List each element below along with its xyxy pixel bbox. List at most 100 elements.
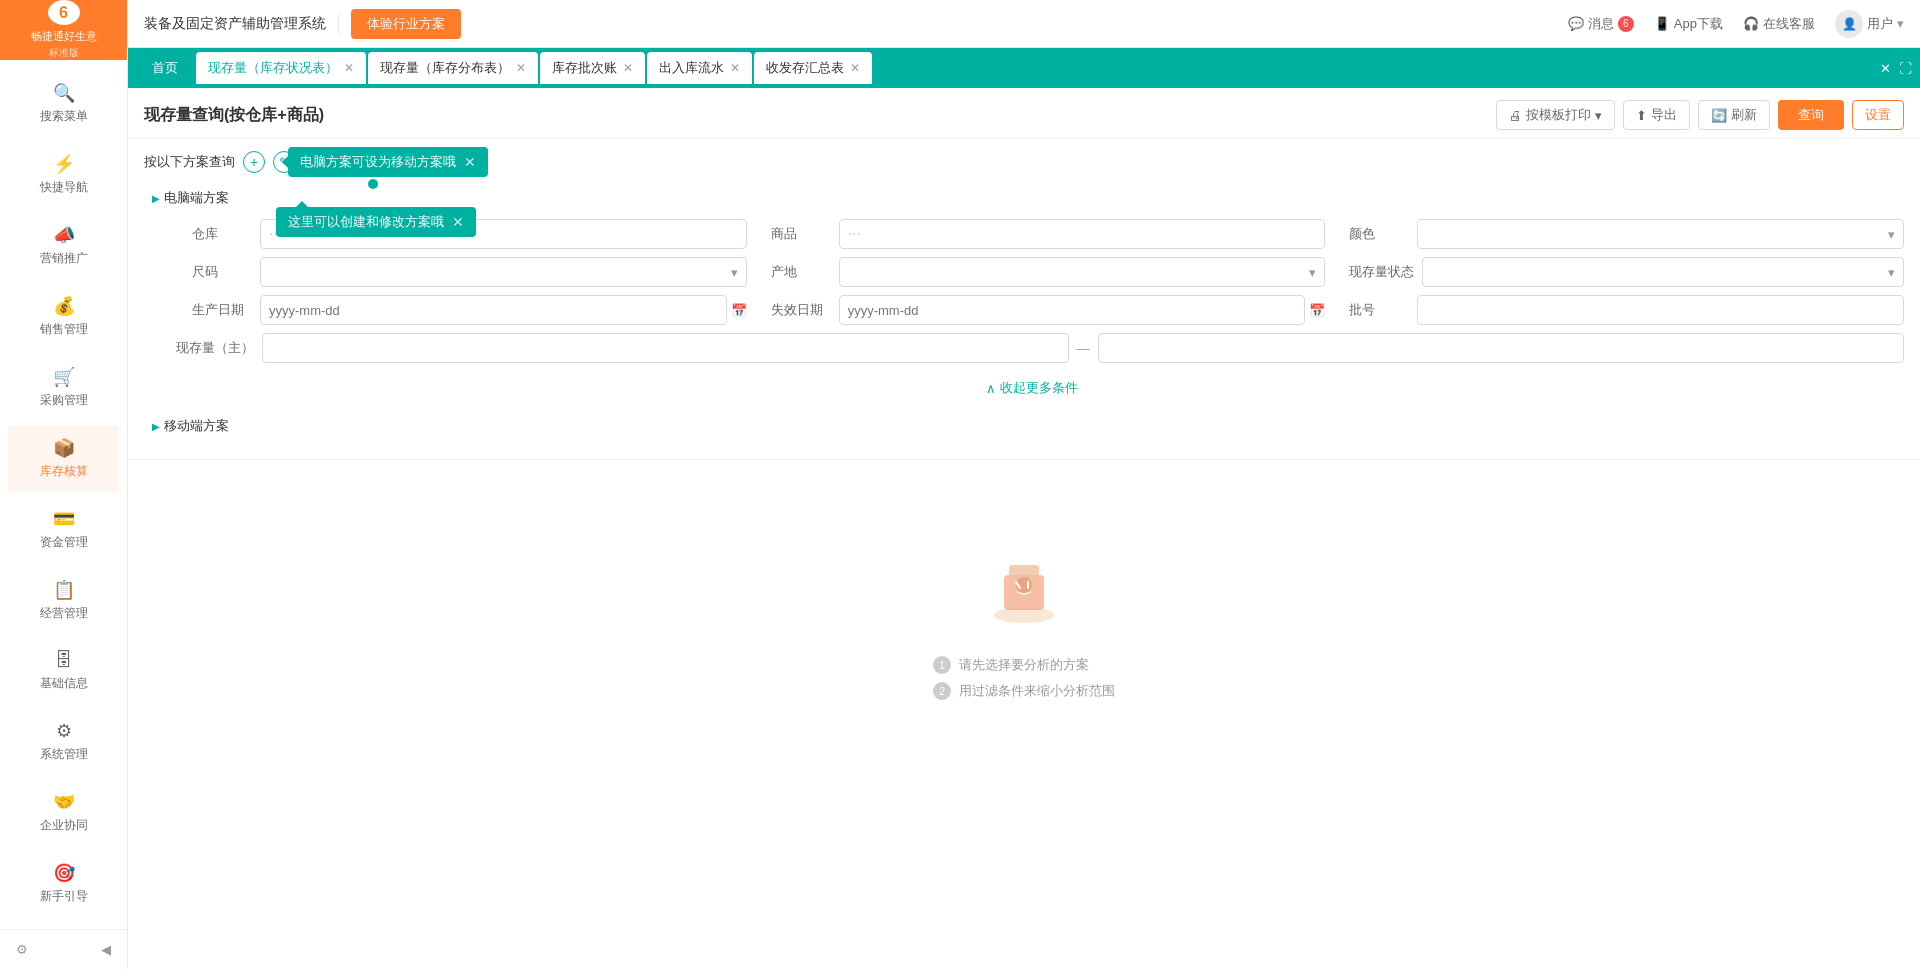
tab-close-inout-flow[interactable]: ✕ (730, 61, 740, 75)
online-service-label: 在线客服 (1763, 15, 1815, 33)
goods-input[interactable]: ··· (839, 219, 1326, 249)
system-name: 装备及固定资产辅助管理系统 (144, 15, 326, 33)
empty-illustration (974, 540, 1074, 640)
stock-main-input[interactable] (262, 333, 1069, 363)
trial-button[interactable]: 体验行业方案 (351, 9, 461, 39)
tab-close-inventory-dist[interactable]: ✕ (516, 61, 526, 75)
tab-inventory-dist-label: 现存量（库存分布表） (380, 59, 510, 77)
sidebar-item-system[interactable]: ⚙ 系统管理 (8, 708, 119, 775)
add-scheme-button[interactable]: + (243, 151, 265, 173)
prod-date-start[interactable] (260, 295, 727, 325)
print-dropdown-icon: ▾ (1595, 108, 1602, 123)
sidebar-item-marketing[interactable]: 📣 营销推广 (8, 212, 119, 279)
inventory-icon: 📦 (53, 437, 75, 459)
calendar-icon: 📅 (731, 303, 747, 318)
collapse-button[interactable]: ∧ 收起更多条件 (160, 371, 1904, 405)
print-button[interactable]: 🖨 按模板打印 ▾ (1496, 100, 1615, 130)
tab-inventory-status-label: 现存量（库存状况表） (208, 59, 338, 77)
edit-tooltip: 这里可以创建和修改方案哦 ✕ (276, 207, 476, 237)
refresh-button[interactable]: 🔄 刷新 (1698, 100, 1770, 130)
edit-tooltip-close[interactable]: ✕ (452, 214, 464, 230)
origin-select[interactable]: ▾ (839, 257, 1326, 287)
scheme-pc-label: 电脑端方案 (164, 189, 229, 207)
calendar-icon2: 📅 (1309, 303, 1325, 318)
sidebar-item-operation[interactable]: 📋 经营管理 (8, 567, 119, 634)
sidebar-item-purchase[interactable]: 🛒 采购管理 (8, 354, 119, 421)
arrow-icon2: ▶ (152, 421, 160, 432)
finance-icon: 💳 (53, 508, 75, 530)
refresh-label: 刷新 (1731, 106, 1757, 124)
tab-home[interactable]: 首页 (136, 52, 194, 84)
ellipsis-icon2: ··· (848, 225, 861, 243)
sidebar-item-enterprise[interactable]: 🤝 企业协同 (8, 779, 119, 846)
tip2-num: 2 (933, 682, 951, 700)
header-divider (338, 14, 339, 34)
sidebar-item-inventory[interactable]: 📦 库存核算 (8, 425, 119, 492)
header-right: 💬 消息 6 📱 App下载 🎧 在线客服 👤 用户 ▾ (1568, 10, 1904, 38)
app-download-button[interactable]: 📱 App下载 (1654, 15, 1723, 33)
tab-close-inventory-status[interactable]: ✕ (344, 61, 354, 75)
export-icon: ⬆ (1636, 108, 1647, 123)
tab-collect-summary-label: 收发存汇总表 (766, 59, 844, 77)
dash: — (1077, 341, 1090, 356)
page-title: 现存量查询(按仓库+商品) (144, 105, 324, 126)
dot-indicator (368, 179, 378, 189)
settings-icon[interactable]: ⚙ (16, 942, 28, 957)
sidebar: 6 畅捷通好生意 标准版 🔍 搜索菜单 ⚡ 快捷导航 📣 营销推广 💰 销售管理… (0, 0, 128, 969)
message-button[interactable]: 💬 消息 6 (1568, 15, 1634, 33)
search-icon: 🔍 (53, 82, 75, 104)
sidebar-item-label: 搜索菜单 (40, 108, 88, 125)
scheme-mobile-label: 移动端方案 (164, 417, 229, 435)
maximize-icon[interactable]: ⛶ (1899, 61, 1912, 76)
export-label: 导出 (1651, 106, 1677, 124)
tab-inout-flow[interactable]: 出入库流水 ✕ (647, 52, 752, 84)
tab-batch-account[interactable]: 库存批次账 ✕ (540, 52, 645, 84)
logo-sub: 标准版 (49, 46, 79, 60)
page-title-bar: 现存量查询(按仓库+商品) 🖨 按模板打印 ▾ ⬆ 导出 🔄 刷新 查询 设置 (128, 88, 1920, 139)
sidebar-item-label: 新手引导 (40, 888, 88, 905)
stock-status-select[interactable]: ▾ (1422, 257, 1904, 287)
print-icon: 🖨 (1509, 108, 1522, 123)
system-icon: ⚙ (56, 720, 72, 742)
batch-input[interactable] (1417, 295, 1904, 325)
tab-close-collect-summary[interactable]: ✕ (850, 61, 860, 75)
size-label: 尺码 (192, 263, 252, 281)
service-icon: 🎧 (1743, 16, 1759, 31)
sidebar-item-quick[interactable]: ⚡ 快捷导航 (8, 141, 119, 208)
marketing-icon: 📣 (53, 224, 75, 246)
stock-main-input-end[interactable] (1098, 333, 1905, 363)
sidebar-item-finance[interactable]: 💳 资金管理 (8, 496, 119, 563)
tab-collect-summary[interactable]: 收发存汇总表 ✕ (754, 52, 872, 84)
user-menu[interactable]: 👤 用户 ▾ (1835, 10, 1904, 38)
tab-actions: ✕ ⛶ (1880, 61, 1912, 76)
tab-inventory-dist[interactable]: 现存量（库存分布表） ✕ (368, 52, 538, 84)
sidebar-logo: 6 畅捷通好生意 标准版 (0, 0, 127, 60)
prod-date-label: 生产日期 (192, 301, 252, 319)
scheme-item-mobile[interactable]: ▶ 移动端方案 (152, 413, 1904, 439)
sidebar-item-basic[interactable]: 🗄 基础信息 (8, 638, 119, 704)
main-content: 装备及固定资产辅助管理系统 体验行业方案 💬 消息 6 📱 App下载 🎧 在线… (128, 0, 1920, 969)
scheme-tooltip-close[interactable]: ✕ (464, 154, 476, 170)
chevron-down-icon3: ▾ (1309, 265, 1316, 280)
tab-close-batch-account[interactable]: ✕ (623, 61, 633, 75)
empty-tips: 1 请先选择要分析的方案 2 用过滤条件来缩小分析范围 (933, 656, 1115, 700)
sidebar-item-newbie[interactable]: 🎯 新手引导 (8, 850, 119, 917)
color-select[interactable]: ▾ (1417, 219, 1904, 249)
header-left: 装备及固定资产辅助管理系统 体验行业方案 (144, 9, 461, 39)
sidebar-item-search[interactable]: 🔍 搜索菜单 (8, 70, 119, 137)
expire-date-start[interactable] (839, 295, 1306, 325)
top-header: 装备及固定资产辅助管理系统 体验行业方案 💬 消息 6 📱 App下载 🎧 在线… (128, 0, 1920, 48)
collapse-sidebar-icon[interactable]: ◀ (101, 942, 111, 957)
minimize-icon[interactable]: ✕ (1880, 61, 1891, 76)
sidebar-item-sales[interactable]: 💰 销售管理 (8, 283, 119, 350)
message-badge: 6 (1618, 16, 1634, 32)
tab-inventory-status[interactable]: 现存量（库存状况表） ✕ (196, 52, 366, 84)
query-button[interactable]: 查询 (1778, 100, 1844, 130)
collapse-icon: ∧ (986, 381, 996, 396)
goods-field: 商品 ··· (771, 219, 1326, 249)
size-select[interactable]: ▾ (260, 257, 747, 287)
online-service-button[interactable]: 🎧 在线客服 (1743, 15, 1815, 33)
prod-date-range: 📅 (260, 295, 747, 325)
export-button[interactable]: ⬆ 导出 (1623, 100, 1690, 130)
setup-button[interactable]: 设置 (1852, 100, 1904, 130)
